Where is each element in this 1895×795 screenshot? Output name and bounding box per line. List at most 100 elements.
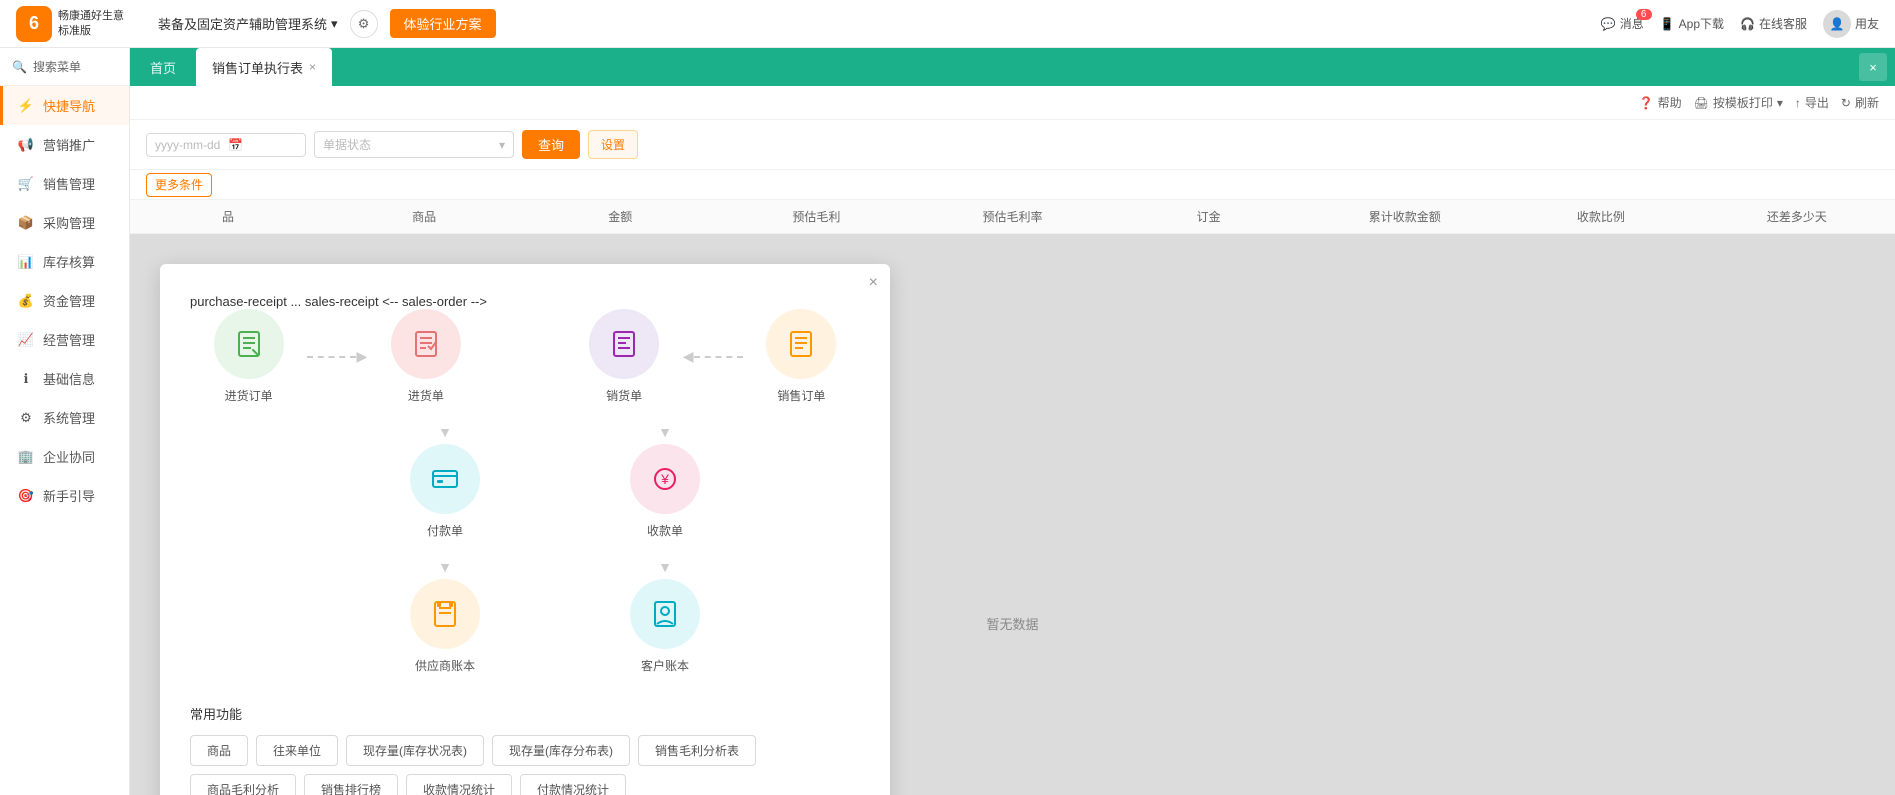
flow-row-2: ▼ 付款单 ▼ [190, 424, 860, 694]
tab-label: 销售订单执行表 [212, 58, 303, 77]
export-button[interactable]: ↑ 导出 [1795, 94, 1829, 111]
sidebar-label-operation: 经营管理 [43, 330, 95, 349]
table-column-header: 累计收款金额 [1307, 208, 1503, 225]
page-content: × purchase-receipt ... sales-receipt <--… [130, 234, 1895, 795]
purchase-receipt-label: 进货单 [408, 387, 444, 404]
arrow-2: ◀ [683, 348, 743, 365]
setting-button[interactable]: 设置 [588, 130, 638, 159]
more-conditions-bar: 更多条件 [130, 170, 1895, 200]
more-conditions-button[interactable]: 更多条件 [146, 173, 212, 197]
sidebar-item-quick-nav[interactable]: ⚡快捷导航 [0, 86, 129, 125]
status-select[interactable]: 单据状态 ▾ [314, 131, 514, 158]
flow-node-supplier-ledger[interactable]: 供应商账本 [410, 579, 480, 674]
flow-node-payment[interactable]: 付款单 [410, 444, 480, 539]
sidebar-label-newbie: 新手引导 [43, 486, 95, 505]
common-functions: 常用功能 商品往来单位现存量(库存状况表)现存量(库存分布表)销售毛利分析表商品… [190, 704, 860, 795]
common-function-button[interactable]: 收款情况统计 [406, 774, 512, 795]
sidebar-item-inventory[interactable]: 📊 库存核算 [0, 242, 129, 281]
flow-diagram: purchase-receipt ... sales-receipt <-- s… [190, 294, 860, 694]
sidebar-label-marketing: 营销推广 [43, 135, 95, 154]
newbie-icon: 🎯 [17, 487, 35, 505]
common-function-button[interactable]: 销售毛利分析表 [638, 735, 756, 766]
down-arrow-customer: ▼ [658, 559, 672, 575]
system-title-dropdown[interactable]: 装备及固定资产辅助管理系统 ▾ [158, 14, 338, 33]
table-column-header: 商品 [326, 208, 522, 225]
settings-gear-button[interactable]: ⚙ [350, 10, 378, 38]
logo-area: 6 畅康通好生意 标准版 [16, 6, 146, 42]
sidebar-item-newbie[interactable]: 🎯 新手引导 [0, 476, 129, 515]
common-function-button[interactable]: 商品 [190, 735, 248, 766]
sidebar-nav: ⚡快捷导航 📢 营销推广 🛒销售管理📦采购管理 📊 库存核算 💰资金管理📈经营管理ℹ基础信息… [0, 86, 129, 515]
common-function-button[interactable]: 往来单位 [256, 735, 338, 766]
common-function-button[interactable]: 付款情况统计 [520, 774, 626, 795]
purchase-icon: 📦 [17, 214, 35, 232]
common-function-button[interactable]: 现存量(库存状况表) [346, 735, 484, 766]
date-range-input[interactable]: yyyy-mm-dd 📅 [146, 133, 306, 157]
print-dropdown-icon: ▾ [1777, 96, 1783, 110]
supplier-ledger-label: 供应商账本 [415, 657, 475, 674]
user-menu-button[interactable]: 👤 用友 [1823, 10, 1879, 38]
common-function-button[interactable]: 现存量(库存分布表) [492, 735, 630, 766]
flow-node-customer-ledger[interactable]: 客户账本 [630, 579, 700, 674]
flow-node-collection[interactable]: ¥ 收款单 [630, 444, 700, 539]
flow-node-sales-receipt[interactable]: 销货单 [566, 309, 683, 404]
table-column-header: 品 [130, 208, 326, 225]
query-area: yyyy-mm-dd 📅 单据状态 ▾ 查询 设置 [130, 120, 1895, 170]
table-column-header: 预估毛利 [718, 208, 914, 225]
down-arrow-collection: ▼ [658, 424, 672, 440]
top-right-actions: 💬 消息 6 📱 App下载 🎧 在线客服 👤 用友 [1601, 10, 1879, 38]
flow-node-purchase-order[interactable]: 进货订单 [190, 309, 307, 404]
sidebar-label-system: 系统管理 [43, 408, 95, 427]
close-panel-button[interactable]: × [869, 274, 878, 292]
sidebar-item-finance[interactable]: 💰资金管理 [0, 281, 129, 320]
query-button[interactable]: 查询 [522, 130, 580, 159]
common-function-button[interactable]: 销售排行榜 [304, 774, 398, 795]
tab-bar: 首页 销售订单执行表 × × [130, 48, 1895, 86]
app-download-button[interactable]: 📱 App下载 [1660, 15, 1724, 32]
search-icon: 🔍 [12, 60, 27, 74]
print-button[interactable]: 🖨 按模板打印 ▾ [1694, 94, 1783, 111]
collection-label: 收款单 [647, 522, 683, 539]
sidebar-item-basic[interactable]: ℹ基础信息 [0, 359, 129, 398]
common-function-button[interactable]: 商品毛利分析 [190, 774, 296, 795]
quick-nav-icon: ⚡ [17, 97, 35, 115]
tab-home[interactable]: 首页 [130, 48, 196, 86]
tab-sales-order[interactable]: 销售订单执行表 × [196, 48, 332, 86]
sales-order-label: 销售订单 [777, 387, 825, 404]
sidebar-item-operation[interactable]: 📈经营管理 [0, 320, 129, 359]
online-service-button[interactable]: 🎧 在线客服 [1740, 15, 1807, 32]
sidebar-item-system[interactable]: ⚙系统管理 [0, 398, 129, 437]
customer-ledger-icon [630, 579, 700, 649]
table-column-header: 收款比例 [1503, 208, 1699, 225]
sidebar-item-purchase[interactable]: 📦采购管理 [0, 203, 129, 242]
basic-icon: ℹ [17, 370, 35, 388]
system-title: 装备及固定资产辅助管理系统 [158, 14, 327, 33]
marketing-icon: 📢 [17, 136, 35, 154]
sidebar-label-finance: 资金管理 [43, 291, 95, 310]
flow-node-sales-order[interactable]: 销售订单 [743, 309, 860, 404]
refresh-button[interactable]: ↻ 刷新 [1841, 94, 1879, 111]
table-column-header: 预估毛利率 [914, 208, 1110, 225]
sidebar-item-sales[interactable]: 🛒销售管理 [0, 164, 129, 203]
sidebar-label-inventory: 库存核算 [43, 252, 95, 271]
sales-order-icon [766, 309, 836, 379]
flow-node-purchase-receipt[interactable]: 进货单 [367, 309, 484, 404]
help-button[interactable]: ❓ 帮助 [1639, 94, 1682, 111]
inventory-icon: 📊 [17, 253, 35, 271]
search-menu-button[interactable]: 🔍 搜索菜单 [0, 48, 129, 86]
logo-text: 畅康通好生意 标准版 [58, 9, 124, 38]
payment-icon [410, 444, 480, 514]
sidebar-item-enterprise[interactable]: 🏢企业协同 [0, 437, 129, 476]
svg-text:¥: ¥ [660, 471, 669, 487]
export-icon: ↑ [1795, 96, 1801, 110]
sidebar-label-sales: 销售管理 [43, 174, 95, 193]
tab-close-button[interactable]: × [309, 60, 316, 74]
arrow-1: ▶ [307, 348, 367, 365]
experience-plan-button[interactable]: 体验行业方案 [390, 9, 496, 38]
col-sales-receipt-down: ▼ ¥ 收款单 ▼ [600, 424, 730, 694]
table-column-header: 金额 [522, 208, 718, 225]
close-all-tabs-button[interactable]: × [1859, 53, 1887, 81]
message-button[interactable]: 💬 消息 6 [1601, 15, 1644, 32]
quick-guide-panel: × purchase-receipt ... sales-receipt <--… [160, 264, 890, 795]
sidebar-item-marketing[interactable]: 📢 营销推广 [0, 125, 129, 164]
